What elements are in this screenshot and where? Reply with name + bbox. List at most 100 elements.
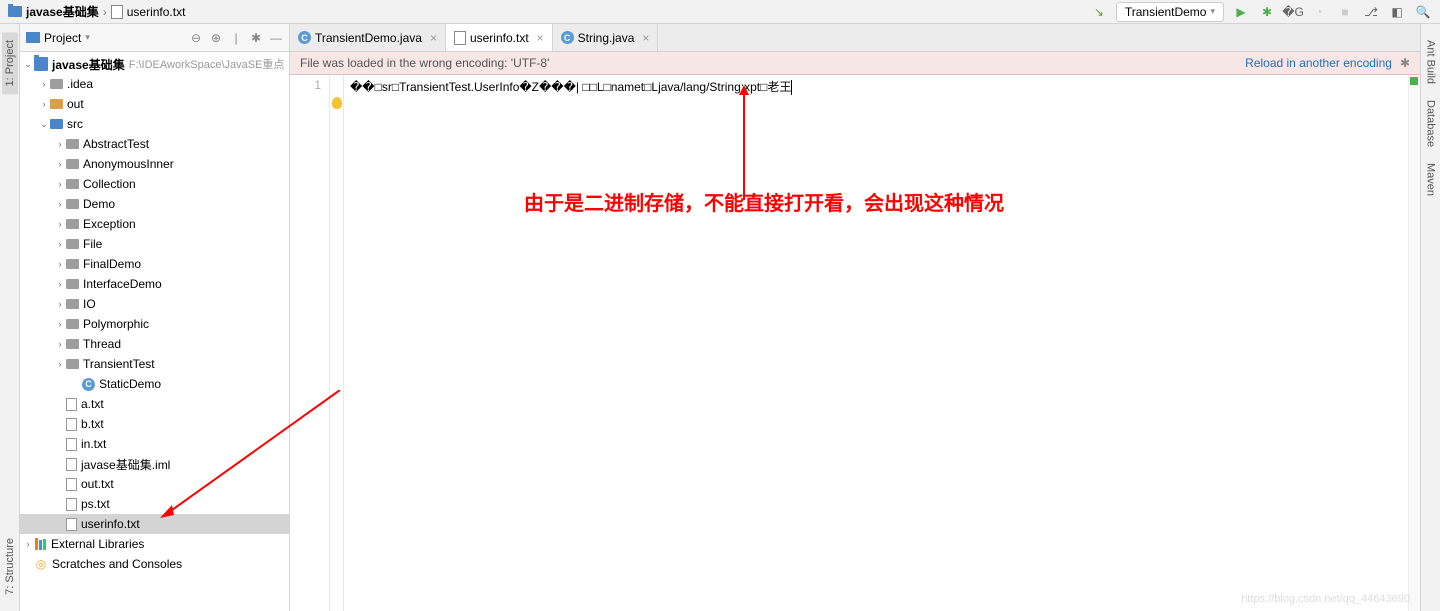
run-icon[interactable]: ▶: [1232, 3, 1250, 21]
hide-icon[interactable]: —: [269, 31, 283, 45]
breadcrumb-project[interactable]: javase基础集: [8, 3, 99, 20]
chevron-down-icon[interactable]: ⌄: [22, 59, 34, 70]
tree-src[interactable]: ⌄ src: [20, 114, 289, 134]
chevron-right-icon[interactable]: ›: [54, 239, 66, 249]
chevron-down-icon[interactable]: ▾: [85, 32, 90, 43]
tree-package[interactable]: ›Demo: [20, 194, 289, 214]
chevron-down-icon: ▾: [1210, 6, 1215, 17]
error-stripe[interactable]: [1408, 75, 1420, 611]
tree-package[interactable]: ›Thread: [20, 334, 289, 354]
chevron-right-icon[interactable]: ›: [54, 359, 66, 369]
debug-icon[interactable]: ✱: [1258, 3, 1276, 21]
target-icon[interactable]: ⊕: [209, 31, 223, 45]
tree-package[interactable]: ›Collection: [20, 174, 289, 194]
tree-external-libs[interactable]: › External Libraries: [20, 534, 289, 554]
chevron-right-icon[interactable]: ›: [38, 79, 50, 89]
chevron-right-icon[interactable]: ›: [54, 279, 66, 289]
breadcrumb-file[interactable]: userinfo.txt: [111, 5, 186, 19]
file-icon: [66, 418, 77, 431]
tab-database[interactable]: Database: [1423, 92, 1439, 155]
file-icon: [66, 498, 77, 511]
tab-maven[interactable]: Maven: [1423, 155, 1439, 204]
close-icon[interactable]: ×: [642, 31, 649, 45]
tree-package[interactable]: ›InterfaceDemo: [20, 274, 289, 294]
tree-file[interactable]: javase基础集.iml: [20, 454, 289, 474]
tree-file[interactable]: b.txt: [20, 414, 289, 434]
reload-encoding-link[interactable]: Reload in another encoding: [1245, 56, 1392, 70]
class-icon: C: [561, 31, 574, 44]
close-icon[interactable]: ×: [430, 31, 437, 45]
layout-icon[interactable]: ◧: [1388, 3, 1406, 21]
run-config-label: TransientDemo: [1125, 5, 1207, 19]
breadcrumb-project-label: javase基础集: [26, 3, 99, 20]
chevron-right-icon[interactable]: ›: [54, 339, 66, 349]
editor-content[interactable]: 1 ��□sr□TransientTest.UserInfo�Z���| □□L…: [290, 75, 1420, 611]
tree-out[interactable]: › out: [20, 94, 289, 114]
chevron-right-icon[interactable]: ›: [54, 159, 66, 169]
lightbulb-icon[interactable]: [332, 97, 342, 109]
encoding-message: File was loaded in the wrong encoding: '…: [300, 56, 549, 70]
tree-package[interactable]: ›File: [20, 234, 289, 254]
coverage-icon[interactable]: �G: [1284, 3, 1302, 21]
folder-icon: [50, 99, 63, 109]
run-config-selector[interactable]: TransientDemo ▾: [1116, 2, 1224, 22]
tree-package[interactable]: ›AnonymousInner: [20, 154, 289, 174]
tree-scratches[interactable]: ◎ Scratches and Consoles: [20, 554, 289, 574]
editor-tab[interactable]: userinfo.txt×: [446, 24, 553, 51]
editor-tab[interactable]: CString.java×: [553, 24, 659, 51]
chevron-right-icon[interactable]: ›: [38, 99, 50, 109]
project-tree[interactable]: ⌄ javase基础集 F:\IDEAworkSpace\JavaSE重点 › …: [20, 52, 289, 611]
tree-package[interactable]: ›Exception: [20, 214, 289, 234]
gear-icon[interactable]: ✱: [249, 31, 263, 45]
package-icon: [66, 159, 79, 169]
library-icon: [34, 538, 47, 550]
line-gutter[interactable]: 1: [290, 75, 330, 611]
chevron-right-icon: ›: [103, 5, 107, 19]
profile-icon[interactable]: ◔: [1310, 3, 1328, 21]
tree-root[interactable]: ⌄ javase基础集 F:\IDEAworkSpace\JavaSE重点: [20, 54, 289, 74]
gear-icon[interactable]: ✱: [1400, 56, 1410, 70]
close-icon[interactable]: ×: [537, 31, 544, 45]
tab-project[interactable]: 1: Project: [2, 32, 18, 94]
file-icon: [454, 31, 466, 45]
package-icon: [66, 219, 79, 229]
text-caret: [791, 80, 792, 95]
chevron-right-icon[interactable]: ›: [54, 179, 66, 189]
tree-package[interactable]: ›IO: [20, 294, 289, 314]
tree-package[interactable]: ›TransientTest: [20, 354, 289, 374]
package-icon: [66, 239, 79, 249]
build-icon[interactable]: ↘: [1090, 3, 1108, 21]
chevron-right-icon[interactable]: ›: [54, 219, 66, 229]
icon-gutter[interactable]: [330, 75, 344, 611]
tree-file[interactable]: a.txt: [20, 394, 289, 414]
tree-idea[interactable]: › .idea: [20, 74, 289, 94]
tree-file[interactable]: in.txt: [20, 434, 289, 454]
chevron-right-icon[interactable]: ›: [54, 259, 66, 269]
search-icon[interactable]: 🔍: [1414, 3, 1432, 21]
tree-file[interactable]: userinfo.txt: [20, 514, 289, 534]
tree-package[interactable]: ›FinalDemo: [20, 254, 289, 274]
file-icon: [66, 458, 77, 471]
tree-file[interactable]: out.txt: [20, 474, 289, 494]
project-title[interactable]: Project: [44, 31, 81, 45]
git-icon[interactable]: ⎇: [1362, 3, 1380, 21]
chevron-right-icon[interactable]: ›: [54, 199, 66, 209]
tree-package[interactable]: ›Polymorphic: [20, 314, 289, 334]
editor-tab[interactable]: CTransientDemo.java×: [290, 24, 446, 51]
chevron-right-icon[interactable]: ›: [54, 139, 66, 149]
tree-package[interactable]: ›AbstractTest: [20, 134, 289, 154]
chevron-right-icon[interactable]: ›: [54, 299, 66, 309]
chevron-down-icon[interactable]: ⌄: [38, 119, 50, 130]
tab-structure[interactable]: 7: Structure: [2, 530, 18, 603]
tab-ant[interactable]: Ant Build: [1423, 32, 1439, 92]
project-header: Project ▾ ⊖ ⊕ | ✱ —: [20, 24, 289, 52]
stop-icon[interactable]: ■: [1336, 3, 1354, 21]
chevron-right-icon[interactable]: ›: [54, 319, 66, 329]
package-icon: [66, 259, 79, 269]
file-icon: [66, 438, 77, 451]
code-text[interactable]: ��□sr□TransientTest.UserInfo�Z���| □□L□n…: [344, 75, 1420, 611]
tree-staticdemo[interactable]: C StaticDemo: [20, 374, 289, 394]
chevron-right-icon[interactable]: ›: [22, 539, 34, 549]
tree-file[interactable]: ps.txt: [20, 494, 289, 514]
collapse-icon[interactable]: ⊖: [189, 31, 203, 45]
